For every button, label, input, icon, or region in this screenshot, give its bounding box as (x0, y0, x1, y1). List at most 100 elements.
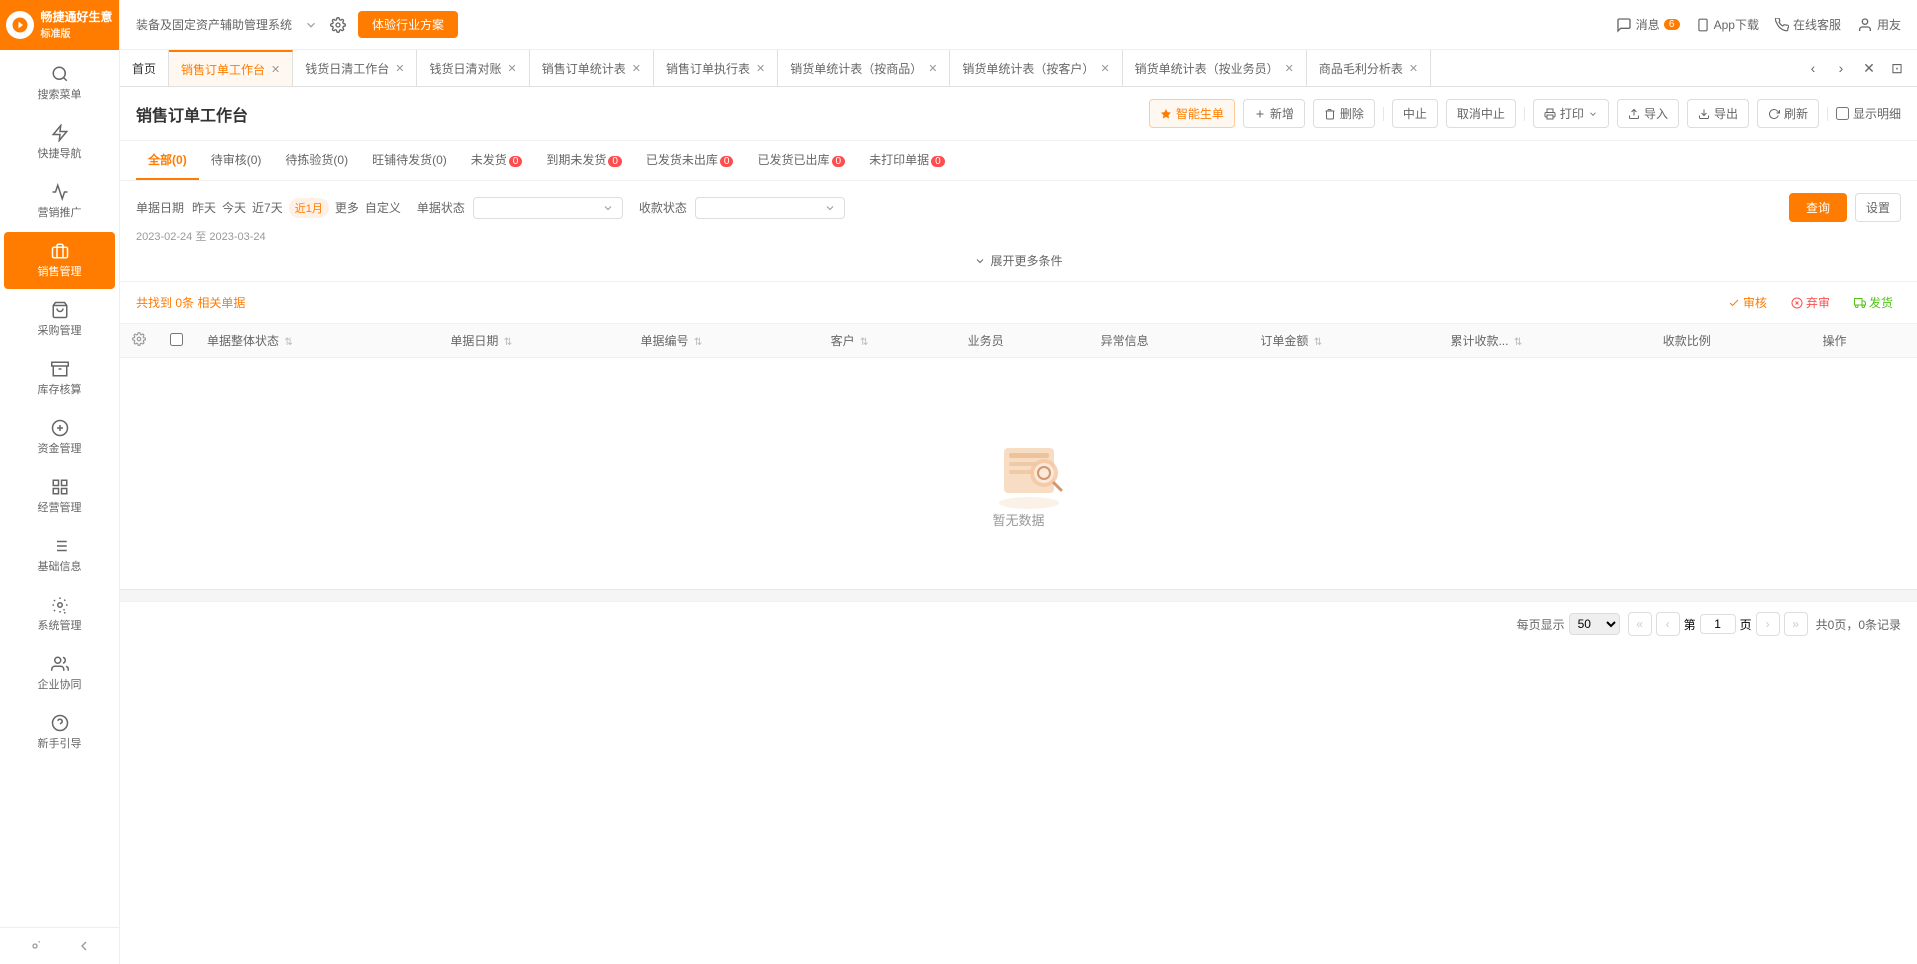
sort-status-icon[interactable]: ⇅ (284, 337, 292, 348)
sub-tab-pending-audit[interactable]: 待审核(0) (199, 141, 274, 180)
tab-sales-stat[interactable]: 销售订单统计表 ✕ (530, 50, 654, 86)
sidebar-item-purchase[interactable]: 采购管理 (4, 291, 115, 348)
batch-ship-btn[interactable]: 发货 (1846, 290, 1901, 315)
refresh-button[interactable]: 刷新 (1757, 99, 1819, 128)
show-detail-input[interactable] (1836, 107, 1849, 120)
query-button[interactable]: 查询 (1789, 193, 1847, 222)
date-7days[interactable]: 近7天 (252, 199, 283, 216)
pagination: 每页显示 10 20 50 100 « ‹ 第 页 › » (120, 601, 1917, 646)
sidebar-item-system[interactable]: 系统管理 (4, 586, 115, 643)
tab-maximize[interactable]: ⊡ (1885, 56, 1909, 80)
next-page-btn[interactable]: › (1756, 612, 1780, 636)
sub-tab-shipped-out[interactable]: 已发货已出库0 (745, 141, 857, 180)
tab-close-sales-summary-customer[interactable]: ✕ (1100, 62, 1109, 75)
sidebar-item-quick[interactable]: 快捷导航 (4, 114, 115, 171)
col-settings-icon[interactable] (132, 332, 146, 346)
sub-tab-pending-check[interactable]: 待拣验货(0) (273, 141, 360, 180)
tab-sales-summary-staff[interactable]: 销货单统计表（按业务员） ✕ (1123, 50, 1307, 86)
show-detail-checkbox[interactable]: 显示明细 (1836, 105, 1901, 122)
payment-select[interactable] (695, 197, 845, 219)
tab-close-sales-stat[interactable]: ✕ (632, 62, 641, 75)
date-yesterday[interactable]: 昨天 (192, 199, 216, 216)
sort-date-icon[interactable]: ⇅ (504, 337, 512, 348)
sort-no-icon[interactable]: ⇅ (694, 337, 702, 348)
tab-sales-summary-customer[interactable]: 销货单统计表（按客户） ✕ (950, 50, 1122, 86)
collapse-icon[interactable] (76, 938, 92, 954)
sub-tab-all[interactable]: 全部(0) (136, 141, 199, 180)
online-service-label: 在线客服 (1793, 16, 1841, 33)
first-page-btn[interactable]: « (1628, 612, 1652, 636)
batch-audit-btn[interactable]: 审核 (1720, 290, 1775, 315)
expand-conditions-btn[interactable]: 展开更多条件 (136, 252, 1901, 269)
sidebar-item-sales[interactable]: 销售管理 (4, 232, 115, 289)
tab-close-profit-analysis[interactable]: ✕ (1409, 62, 1418, 75)
date-custom[interactable]: 自定义 (365, 199, 401, 216)
sub-tab-shipped-not-out[interactable]: 已发货未出库0 (634, 141, 746, 180)
col-checkbox[interactable] (158, 324, 195, 358)
tab-sales-exec[interactable]: 销售订单执行表 ✕ (654, 50, 778, 86)
sidebar-item-operation[interactable]: 经营管理 (4, 468, 115, 525)
tab-home[interactable]: 首页 (120, 50, 169, 86)
page-size-dropdown[interactable]: 10 20 50 100 (1569, 613, 1620, 635)
tab-close-cash-daily[interactable]: ✕ (395, 62, 404, 75)
delete-button[interactable]: 删除 (1313, 99, 1375, 128)
tab-close-sales-summary-staff[interactable]: ✕ (1285, 62, 1294, 75)
smart-create-button[interactable]: 智能生单 (1149, 99, 1235, 128)
empty-state-text: 暂无数据 (992, 510, 1044, 529)
date-more[interactable]: 更多 (335, 199, 359, 216)
sub-tab-wangpu-ship[interactable]: 旺铺待发货(0) (360, 141, 459, 180)
gear-icon[interactable] (330, 17, 346, 33)
batch-reject-btn[interactable]: 弃审 (1783, 290, 1838, 315)
tab-close-all[interactable]: ✕ (1857, 56, 1881, 80)
export-button[interactable]: 导出 (1687, 99, 1749, 128)
sort-amount-icon[interactable]: ⇅ (1314, 337, 1322, 348)
sort-received-icon[interactable]: ⇅ (1514, 337, 1522, 348)
select-all-checkbox[interactable] (170, 333, 183, 346)
status-select[interactable] (473, 197, 623, 219)
pause-button[interactable]: 中止 (1392, 99, 1438, 128)
divider1 (1383, 107, 1384, 121)
sidebar-item-guide[interactable]: 新手引导 (4, 704, 115, 761)
sidebar-item-company[interactable]: 企业协同 (4, 645, 115, 702)
date-1month[interactable]: 近1月 (289, 198, 329, 218)
sidebar-item-marketing[interactable]: 营销推广 (4, 173, 115, 230)
app-download-btn[interactable]: App下载 (1696, 16, 1759, 33)
sub-tab-overdue-unshipped[interactable]: 到期未发货0 (534, 141, 634, 180)
settings-icon[interactable] (27, 938, 43, 954)
sort-customer-icon[interactable]: ⇅ (860, 337, 868, 348)
message-btn[interactable]: 消息 6 (1616, 16, 1680, 33)
sidebar-item-search[interactable]: 搜索菜单 (4, 55, 115, 112)
user-menu[interactable]: 用友 (1857, 16, 1901, 33)
tab-profit-analysis[interactable]: 商品毛利分析表 ✕ (1307, 50, 1431, 86)
sub-tab-unshipped[interactable]: 未发货0 (459, 141, 535, 180)
page-size-select[interactable]: 每页显示 10 20 50 100 (1517, 613, 1620, 635)
tab-sales-workbench[interactable]: 销售订单工作台 ✕ (169, 50, 293, 86)
online-service-btn[interactable]: 在线客服 (1775, 16, 1841, 33)
tab-close-sales-summary-product[interactable]: ✕ (928, 62, 937, 75)
status-select-arrow (602, 202, 614, 214)
print-button[interactable]: 打印 (1533, 99, 1609, 128)
chevron-down-icon (304, 18, 318, 32)
tab-cash-reconcile[interactable]: 钱货日清对账 ✕ (417, 50, 529, 86)
tab-close-sales-exec[interactable]: ✕ (756, 62, 765, 75)
scrollbar-area[interactable] (120, 589, 1917, 601)
tab-cash-daily[interactable]: 钱货日清工作台 ✕ (293, 50, 417, 86)
sub-tab-unprinted[interactable]: 未打印单据0 (857, 141, 957, 180)
tab-sales-summary-product[interactable]: 销货单统计表（按商品） ✕ (778, 50, 950, 86)
import-button[interactable]: 导入 (1617, 99, 1679, 128)
page-input[interactable] (1700, 614, 1736, 634)
tab-scroll-left[interactable]: ‹ (1801, 56, 1825, 80)
prev-page-btn[interactable]: ‹ (1656, 612, 1680, 636)
add-button[interactable]: 新增 (1243, 99, 1305, 128)
tab-scroll-right[interactable]: › (1829, 56, 1853, 80)
solution-button[interactable]: 体验行业方案 (358, 11, 458, 38)
tab-close-cash-reconcile[interactable]: ✕ (508, 62, 517, 75)
tab-close-sales-workbench[interactable]: ✕ (271, 63, 280, 76)
date-today[interactable]: 今天 (222, 199, 246, 216)
setting-button[interactable]: 设置 (1855, 193, 1901, 222)
last-page-btn[interactable]: » (1784, 612, 1808, 636)
sidebar-item-inventory[interactable]: 库存核算 (4, 350, 115, 407)
sidebar-item-basic[interactable]: 基础信息 (4, 527, 115, 584)
cancel-pause-button[interactable]: 取消中止 (1446, 99, 1516, 128)
sidebar-item-finance[interactable]: 资金管理 (4, 409, 115, 466)
